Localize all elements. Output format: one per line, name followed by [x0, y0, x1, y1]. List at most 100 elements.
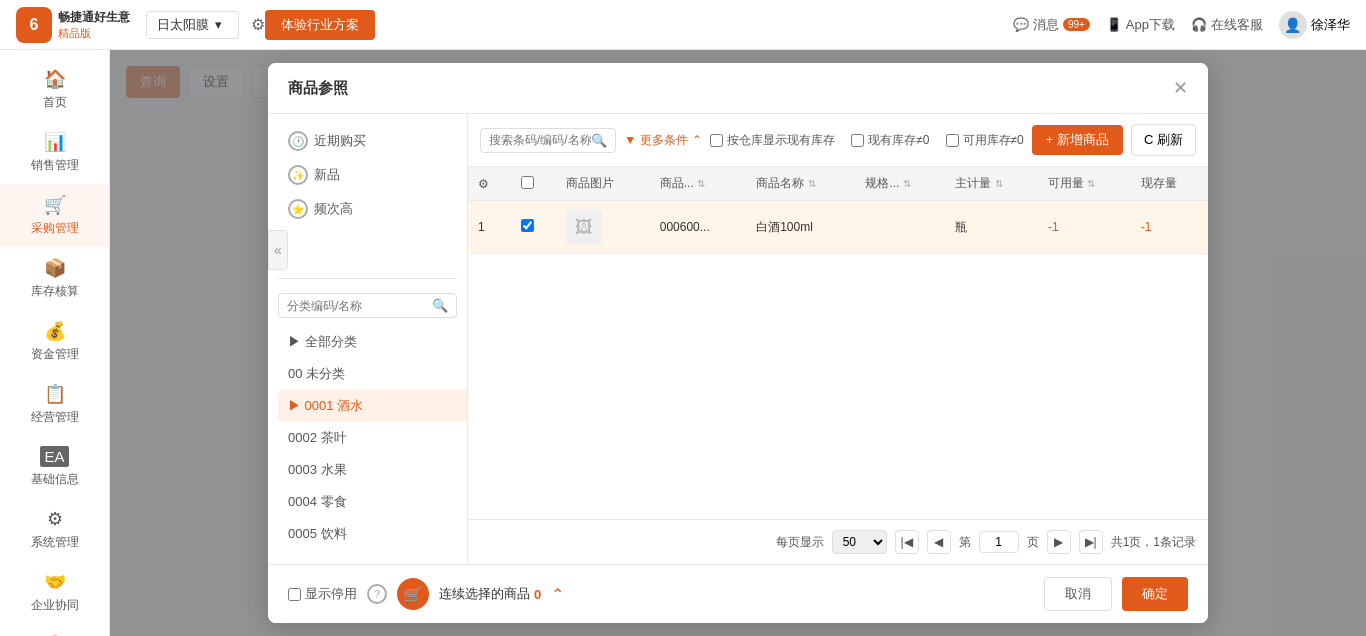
page-size-select[interactable]: 50 20 100: [832, 530, 887, 554]
product-search[interactable]: 🔍: [480, 128, 616, 153]
help-icon[interactable]: ?: [367, 584, 387, 604]
modal-close-btn[interactable]: ✕: [1173, 77, 1188, 99]
row-checkbox[interactable]: [521, 219, 534, 232]
col-name[interactable]: 商品名称 ⇅: [746, 167, 855, 201]
checkbox-group: 按仓库显示现有库存 现有库存≠0 可用库存≠0: [710, 132, 1024, 149]
gear-icon[interactable]: ⚙: [251, 15, 265, 34]
col-available-label: 可用量: [1048, 176, 1084, 190]
avatar: 👤: [1279, 11, 1307, 39]
checkbox-nonzero-stock-input[interactable]: [851, 134, 864, 147]
sidebar-item-system[interactable]: ⚙ 系统管理: [0, 498, 109, 561]
classify-item-00[interactable]: 00 未分类: [278, 358, 467, 390]
sort-spec-icon: ⇅: [903, 178, 911, 189]
purchase-icon: 🛒: [44, 194, 66, 216]
col-code-label: 商品...: [660, 176, 694, 190]
first-page-btn[interactable]: |◀: [895, 530, 919, 554]
classify-item-0002[interactable]: 0002 茶叶: [278, 422, 467, 454]
classify-search[interactable]: 🔍: [278, 293, 457, 318]
checkbox-nonzero-available-input[interactable]: [946, 134, 959, 147]
app-download-btn[interactable]: 📱 App下载: [1106, 16, 1175, 34]
prev-page-btn[interactable]: ◀: [927, 530, 951, 554]
checkbox-nonzero-available[interactable]: 可用库存≠0: [946, 132, 1024, 149]
show-disabled-checkbox[interactable]: 显示停用: [288, 585, 357, 603]
sidebar-item-finance[interactable]: 💰 资金管理: [0, 310, 109, 373]
sidebar-label-purchase: 采购管理: [31, 220, 79, 237]
confirm-btn[interactable]: 确定: [1122, 577, 1188, 611]
col-checkbox[interactable]: [511, 167, 556, 201]
quick-freq-label: 频次高: [314, 200, 353, 218]
classify-item-0005[interactable]: 0005 饮料: [278, 518, 467, 550]
left-collapse-btn[interactable]: «: [268, 230, 288, 270]
cart-label: 连续选择的商品: [439, 585, 530, 603]
sidebar-label-finance: 资金管理: [31, 346, 79, 363]
nav-selector[interactable]: 日太阳膜 ▾: [146, 11, 239, 39]
search-icon[interactable]: 🔍: [432, 298, 448, 313]
classify-item-all[interactable]: ▶ 全部分类: [278, 326, 467, 358]
cancel-btn[interactable]: 取消: [1044, 577, 1112, 611]
sidebar-label-collab: 企业协同: [31, 597, 79, 614]
cart-btn[interactable]: 🛒: [397, 578, 429, 610]
filter-label: 更多条件: [640, 132, 688, 149]
checkbox-by-warehouse-input[interactable]: [710, 134, 723, 147]
sidebar-item-home[interactable]: 🏠 首页: [0, 58, 109, 121]
sidebar-item-collab[interactable]: 🤝 企业协同: [0, 561, 109, 624]
collapse-up-icon[interactable]: ⌃: [551, 585, 564, 604]
select-all-checkbox[interactable]: [521, 176, 534, 189]
pagination: 每页显示 50 20 100 |◀ ◀ 第 页 ▶: [468, 519, 1208, 564]
checkbox-by-warehouse[interactable]: 按仓库显示现有库存: [710, 132, 835, 149]
product-search-icon[interactable]: 🔍: [591, 133, 607, 148]
table-head: ⚙ 商品图片 商品... ⇅ 商品名称: [468, 167, 1208, 201]
show-disabled-input[interactable]: [288, 588, 301, 601]
main-layout: 🏠 首页 📊 销售管理 🛒 采购管理 📦 库存核算 💰 资金管理 📋 经营管理 …: [0, 50, 1366, 636]
classify-search-input[interactable]: [287, 299, 432, 313]
refresh-btn[interactable]: C 刷新: [1131, 124, 1196, 156]
sidebar-item-operation[interactable]: 📋 经营管理: [0, 373, 109, 436]
filter-btn[interactable]: ▼ 更多条件 ⌃: [624, 132, 702, 149]
sales-icon: 📊: [44, 131, 66, 153]
nav-right: 💬 消息 99+ 📱 App下载 🎧 在线客服 👤 徐泽华: [1013, 11, 1350, 39]
user-area[interactable]: 👤 徐泽华: [1279, 11, 1350, 39]
classify-item-0001-label: ▶ 0001 酒水: [288, 397, 363, 415]
sidebar-item-purchase[interactable]: 🛒 采购管理: [0, 184, 109, 247]
col-unit[interactable]: 主计量 ⇅: [945, 167, 1038, 201]
table-row[interactable]: 1 🖼 000600... 白酒100ml 瓶: [468, 201, 1208, 254]
classify-item-0005-label: 0005 饮料: [288, 525, 347, 543]
show-disabled-label: 显示停用: [305, 585, 357, 603]
sidebar-item-sales[interactable]: 📊 销售管理: [0, 121, 109, 184]
last-page-btn[interactable]: ▶|: [1079, 530, 1103, 554]
try-btn[interactable]: 体验行业方案: [265, 10, 375, 40]
row-checkbox-cell[interactable]: [511, 201, 556, 254]
next-page-btn[interactable]: ▶: [1047, 530, 1071, 554]
checkbox-nonzero-stock[interactable]: 现有库存≠0: [851, 132, 929, 149]
quick-recent-label: 近期购买: [314, 132, 366, 150]
classify-item-0001[interactable]: ▶ 0001 酒水: [278, 390, 467, 422]
col-code[interactable]: 商品... ⇅: [650, 167, 746, 201]
top-nav: 6 畅捷通好生意 精品版 日太阳膜 ▾ ⚙ 体验行业方案 💬 消息 99+ 📱 …: [0, 0, 1366, 50]
classify-item-0002-label: 0002 茶叶: [288, 429, 347, 447]
quick-recent[interactable]: 🕐 近期购买: [278, 124, 457, 158]
classify-item-0004[interactable]: 0004 零食: [278, 486, 467, 518]
quick-freq[interactable]: ⭐ 频次高: [278, 192, 457, 226]
add-product-btn[interactable]: + 新增商品: [1032, 125, 1123, 155]
sidebar-label-system: 系统管理: [31, 534, 79, 551]
sidebar-item-basics[interactable]: EA 基础信息: [0, 436, 109, 498]
left-panel: 🕐 近期购买 ✨ 新品 ⭐ 频次高: [268, 114, 468, 564]
col-available[interactable]: 可用量 ⇅: [1038, 167, 1131, 201]
new-icon: ✨: [288, 165, 308, 185]
app-download-label: App下载: [1126, 16, 1175, 34]
sidebar-item-inventory[interactable]: 📦 库存核算: [0, 247, 109, 310]
message-icon: 💬: [1013, 17, 1029, 32]
col-settings[interactable]: ⚙: [468, 167, 511, 201]
col-spec[interactable]: 规格... ⇅: [855, 167, 945, 201]
sidebar-item-guide[interactable]: 🎯 新手引导: [0, 624, 109, 636]
service-label: 在线客服: [1211, 16, 1263, 34]
classify-item-0003[interactable]: 0003 水果: [278, 454, 467, 486]
product-search-input[interactable]: [489, 133, 591, 147]
content-area: 查询 设置 刷新 商品参照 ✕: [110, 50, 1366, 636]
quick-new[interactable]: ✨ 新品: [278, 158, 457, 192]
service-btn[interactable]: 🎧 在线客服: [1191, 16, 1263, 34]
classify-item-0008[interactable]: 0008 水: [278, 550, 467, 554]
page-input[interactable]: [979, 531, 1019, 553]
message-btn[interactable]: 💬 消息 99+: [1013, 16, 1090, 34]
page-label: 第: [959, 534, 971, 551]
